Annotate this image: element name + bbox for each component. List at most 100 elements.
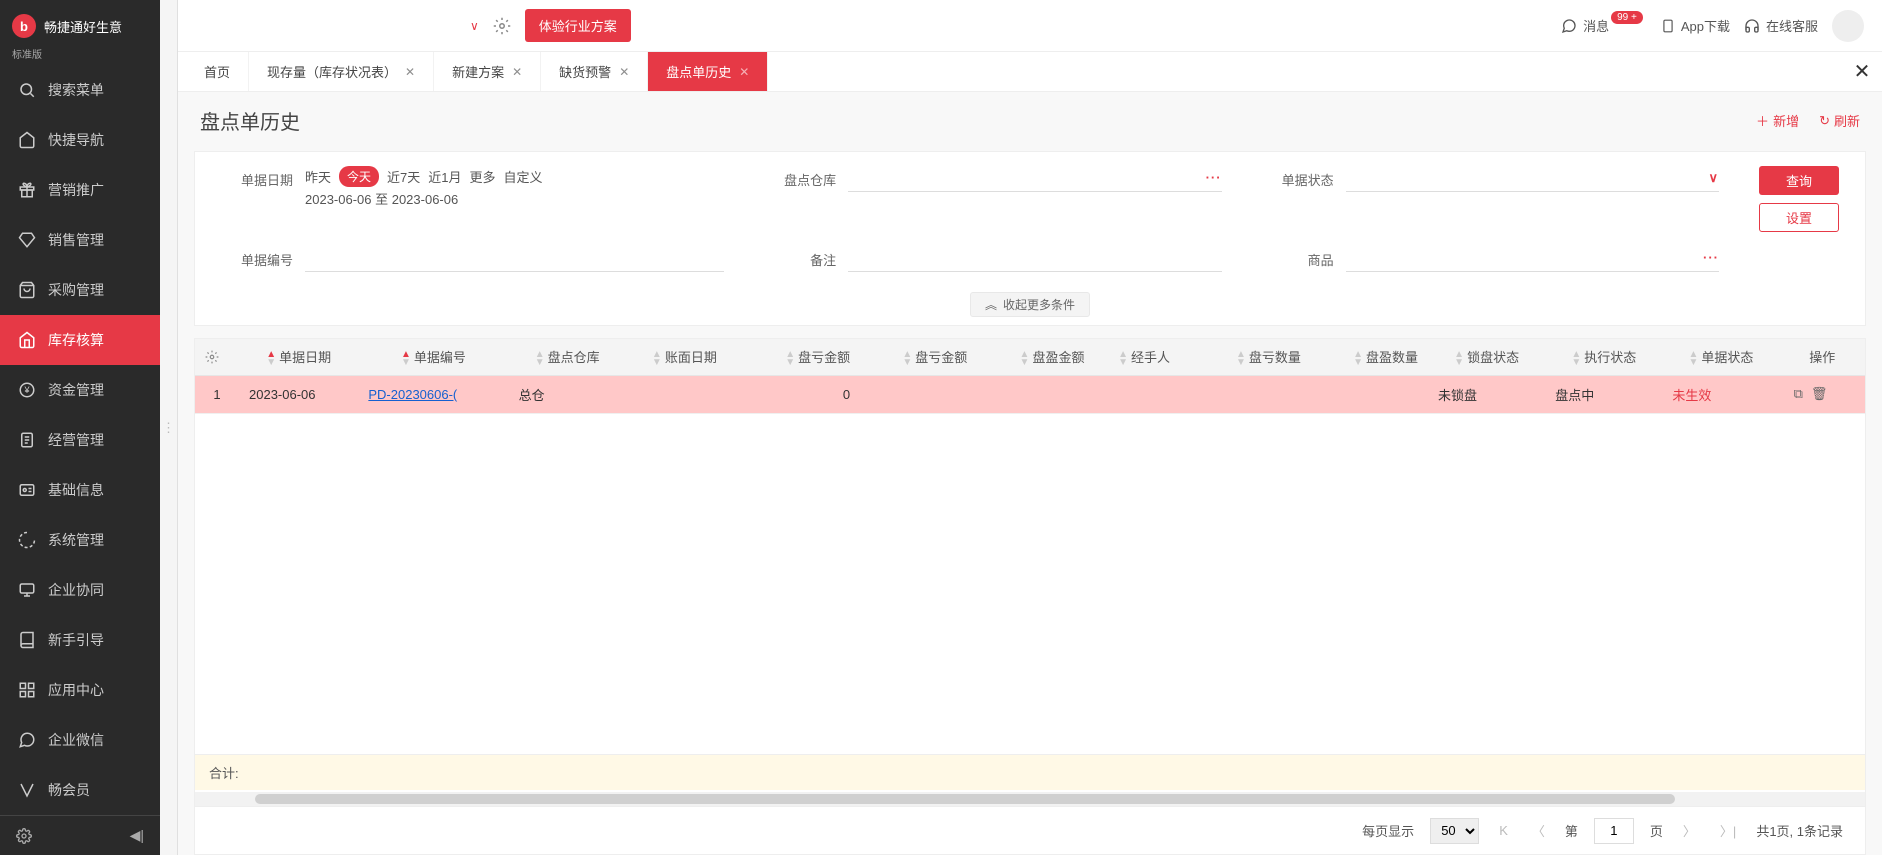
col-config-button[interactable] xyxy=(195,339,239,375)
filter-remark-input[interactable] xyxy=(848,246,1221,272)
sidebar-item-label: 企业微信 xyxy=(48,730,104,750)
filter-setting-button[interactable]: 设置 xyxy=(1759,203,1839,232)
sidebar-item-4[interactable]: 采购管理 xyxy=(0,265,160,315)
sidebar-item-13[interactable]: 企业微信 xyxy=(0,715,160,765)
th-loss-amt2[interactable]: ▲▼盘亏金额 xyxy=(860,339,977,375)
collapse-filters-button[interactable]: ︽ 收起更多条件 xyxy=(970,292,1090,317)
refresh-label: 刷新 xyxy=(1834,111,1860,130)
tab-close-icon[interactable]: ✕ xyxy=(512,65,522,79)
goods-more-icon[interactable]: ··· xyxy=(1703,250,1719,265)
cell-book-date xyxy=(626,375,743,413)
quick-date-more[interactable]: 更多 xyxy=(470,167,496,186)
th-gain-qty[interactable]: ▲▼盘盈数量 xyxy=(1311,339,1428,375)
quick-date-7d[interactable]: 近7天 xyxy=(387,167,420,186)
sidebar-item-label: 系统管理 xyxy=(48,530,104,550)
sidebar-item-3[interactable]: 销售管理 xyxy=(0,215,160,265)
add-button[interactable]: ＋ 新增 xyxy=(1756,111,1799,130)
th-warehouse[interactable]: ▲▼盘点仓库 xyxy=(509,339,626,375)
sidebar-nav: 搜索菜单快捷导航营销推广销售管理采购管理库存核算¥资金管理经营管理基础信息系统管… xyxy=(0,65,160,815)
sidebar-item-8[interactable]: 基础信息 xyxy=(0,465,160,515)
quick-date-custom[interactable]: 自定义 xyxy=(504,167,543,186)
table-row[interactable]: 12023-06-06PD-20230606-(总仓0未锁盘盘点中未生效⧉🗑 xyxy=(195,375,1865,413)
app-download-button[interactable]: App下载 xyxy=(1661,16,1730,35)
app-download-label: App下载 xyxy=(1681,16,1730,35)
tab-1[interactable]: 现存量（库存状况表）✕ xyxy=(249,52,434,91)
horizontal-scrollbar[interactable] xyxy=(195,792,1865,806)
quick-date-yesterday[interactable]: 昨天 xyxy=(305,167,331,186)
cell-loss-amt: 0 xyxy=(743,375,860,413)
cell-loss-amt2 xyxy=(860,375,977,413)
sidebar-item-6[interactable]: ¥资金管理 xyxy=(0,365,160,415)
filter-status-input[interactable] xyxy=(1346,166,1719,192)
status-chevron-icon[interactable]: ∨ xyxy=(1708,170,1719,186)
quick-date-today[interactable]: 今天 xyxy=(339,166,379,187)
tab-close-icon[interactable]: ✕ xyxy=(619,65,629,79)
tab-close-icon[interactable]: ✕ xyxy=(739,65,749,79)
search-button[interactable]: 查询 xyxy=(1759,166,1839,195)
tab-4[interactable]: 盘点单历史✕ xyxy=(648,52,768,91)
sidebar-bottom: ◀| xyxy=(0,815,160,855)
sidebar-item-11[interactable]: 新手引导 xyxy=(0,615,160,665)
cell-docno[interactable]: PD-20230606-( xyxy=(358,375,508,413)
avatar[interactable] xyxy=(1832,10,1864,42)
sidebar-item-9[interactable]: 系统管理 xyxy=(0,515,160,565)
th-lock-status[interactable]: ▲▼锁盘状态 xyxy=(1428,339,1545,375)
filter-goods-input[interactable] xyxy=(1346,246,1719,272)
th-gain-amt[interactable]: ▲▼盘盈金额 xyxy=(977,339,1094,375)
sidebar-item-7[interactable]: 经营管理 xyxy=(0,415,160,465)
tab-label: 新建方案 xyxy=(452,62,504,81)
filter-status-label: 单据状态 xyxy=(1262,166,1334,189)
messages-button[interactable]: 消息 99 + xyxy=(1561,16,1647,35)
company-selector[interactable] xyxy=(196,11,456,41)
filter-warehouse-input[interactable] xyxy=(848,166,1221,192)
messages-label: 消息 xyxy=(1583,16,1609,35)
view-icon[interactable]: ⧉ xyxy=(1794,386,1803,401)
settings-icon[interactable] xyxy=(16,828,32,844)
next-page-button[interactable]: 〉 xyxy=(1679,821,1700,840)
gift-icon xyxy=(18,181,36,199)
sidebar-item-14[interactable]: 畅会员 xyxy=(0,765,160,815)
sidebar-item-10[interactable]: 企业协同 xyxy=(0,565,160,615)
per-page-label: 每页显示 xyxy=(1362,821,1414,840)
first-page-button[interactable]: K xyxy=(1495,823,1512,838)
last-page-button[interactable]: 〉| xyxy=(1716,821,1740,840)
refresh-button[interactable]: ↻ 刷新 xyxy=(1819,111,1860,130)
quick-date-1m[interactable]: 近1月 xyxy=(428,167,461,186)
th-loss-qty[interactable]: ▲▼盘亏数量 xyxy=(1194,339,1311,375)
tab-close-icon[interactable]: ✕ xyxy=(405,65,415,79)
per-page-select[interactable]: 50 xyxy=(1430,818,1479,844)
online-service-button[interactable]: 在线客服 xyxy=(1744,16,1818,35)
sidebar-item-2[interactable]: 营销推广 xyxy=(0,165,160,215)
sidebar-item-label: 新手引导 xyxy=(48,630,104,650)
sidebar-drag-handle[interactable]: ⋮ xyxy=(160,0,178,855)
sidebar-item-0[interactable]: 搜索菜单 xyxy=(0,65,160,115)
th-book-date[interactable]: ▲▼账面日期 xyxy=(626,339,743,375)
filter-docno-input[interactable] xyxy=(305,246,724,272)
tab-0[interactable]: 首页 xyxy=(186,52,249,91)
tab-3[interactable]: 缺货预警✕ xyxy=(541,52,648,91)
brand-icon: b xyxy=(12,14,36,38)
collapse-sidebar-icon[interactable]: ◀| xyxy=(130,827,144,844)
gear-icon[interactable] xyxy=(493,17,511,35)
sidebar-item-12[interactable]: 应用中心 xyxy=(0,665,160,715)
chevron-down-icon[interactable]: ∨ xyxy=(470,19,479,33)
delete-icon[interactable]: 🗑 xyxy=(1811,386,1828,401)
home-icon xyxy=(18,131,36,149)
th-date[interactable]: ▲▼单据日期 xyxy=(239,339,358,375)
th-handler[interactable]: ▲▼经手人 xyxy=(1094,339,1193,375)
messages-badge: 99 + xyxy=(1611,11,1643,24)
sidebar-item-1[interactable]: 快捷导航 xyxy=(0,115,160,165)
prev-page-button[interactable]: 〈 xyxy=(1528,821,1549,840)
th-loss-amt[interactable]: ▲▼盘亏金额 xyxy=(743,339,860,375)
sidebar-item-label: 营销推广 xyxy=(48,180,104,200)
warehouse-more-icon[interactable]: ··· xyxy=(1206,170,1222,185)
sidebar-item-5[interactable]: 库存核算 xyxy=(0,315,160,365)
page-input[interactable] xyxy=(1594,818,1634,844)
sidebar-item-label: 畅会员 xyxy=(48,780,90,800)
th-doc-status[interactable]: ▲▼单据状态 xyxy=(1662,339,1779,375)
th-docno[interactable]: ▲▼单据编号 xyxy=(358,339,508,375)
th-exec-status[interactable]: ▲▼执行状态 xyxy=(1545,339,1662,375)
close-all-tabs-button[interactable]: ✕ xyxy=(1842,52,1882,91)
industry-plan-button[interactable]: 体验行业方案 xyxy=(525,9,631,42)
tab-2[interactable]: 新建方案 ✕ xyxy=(434,52,541,91)
